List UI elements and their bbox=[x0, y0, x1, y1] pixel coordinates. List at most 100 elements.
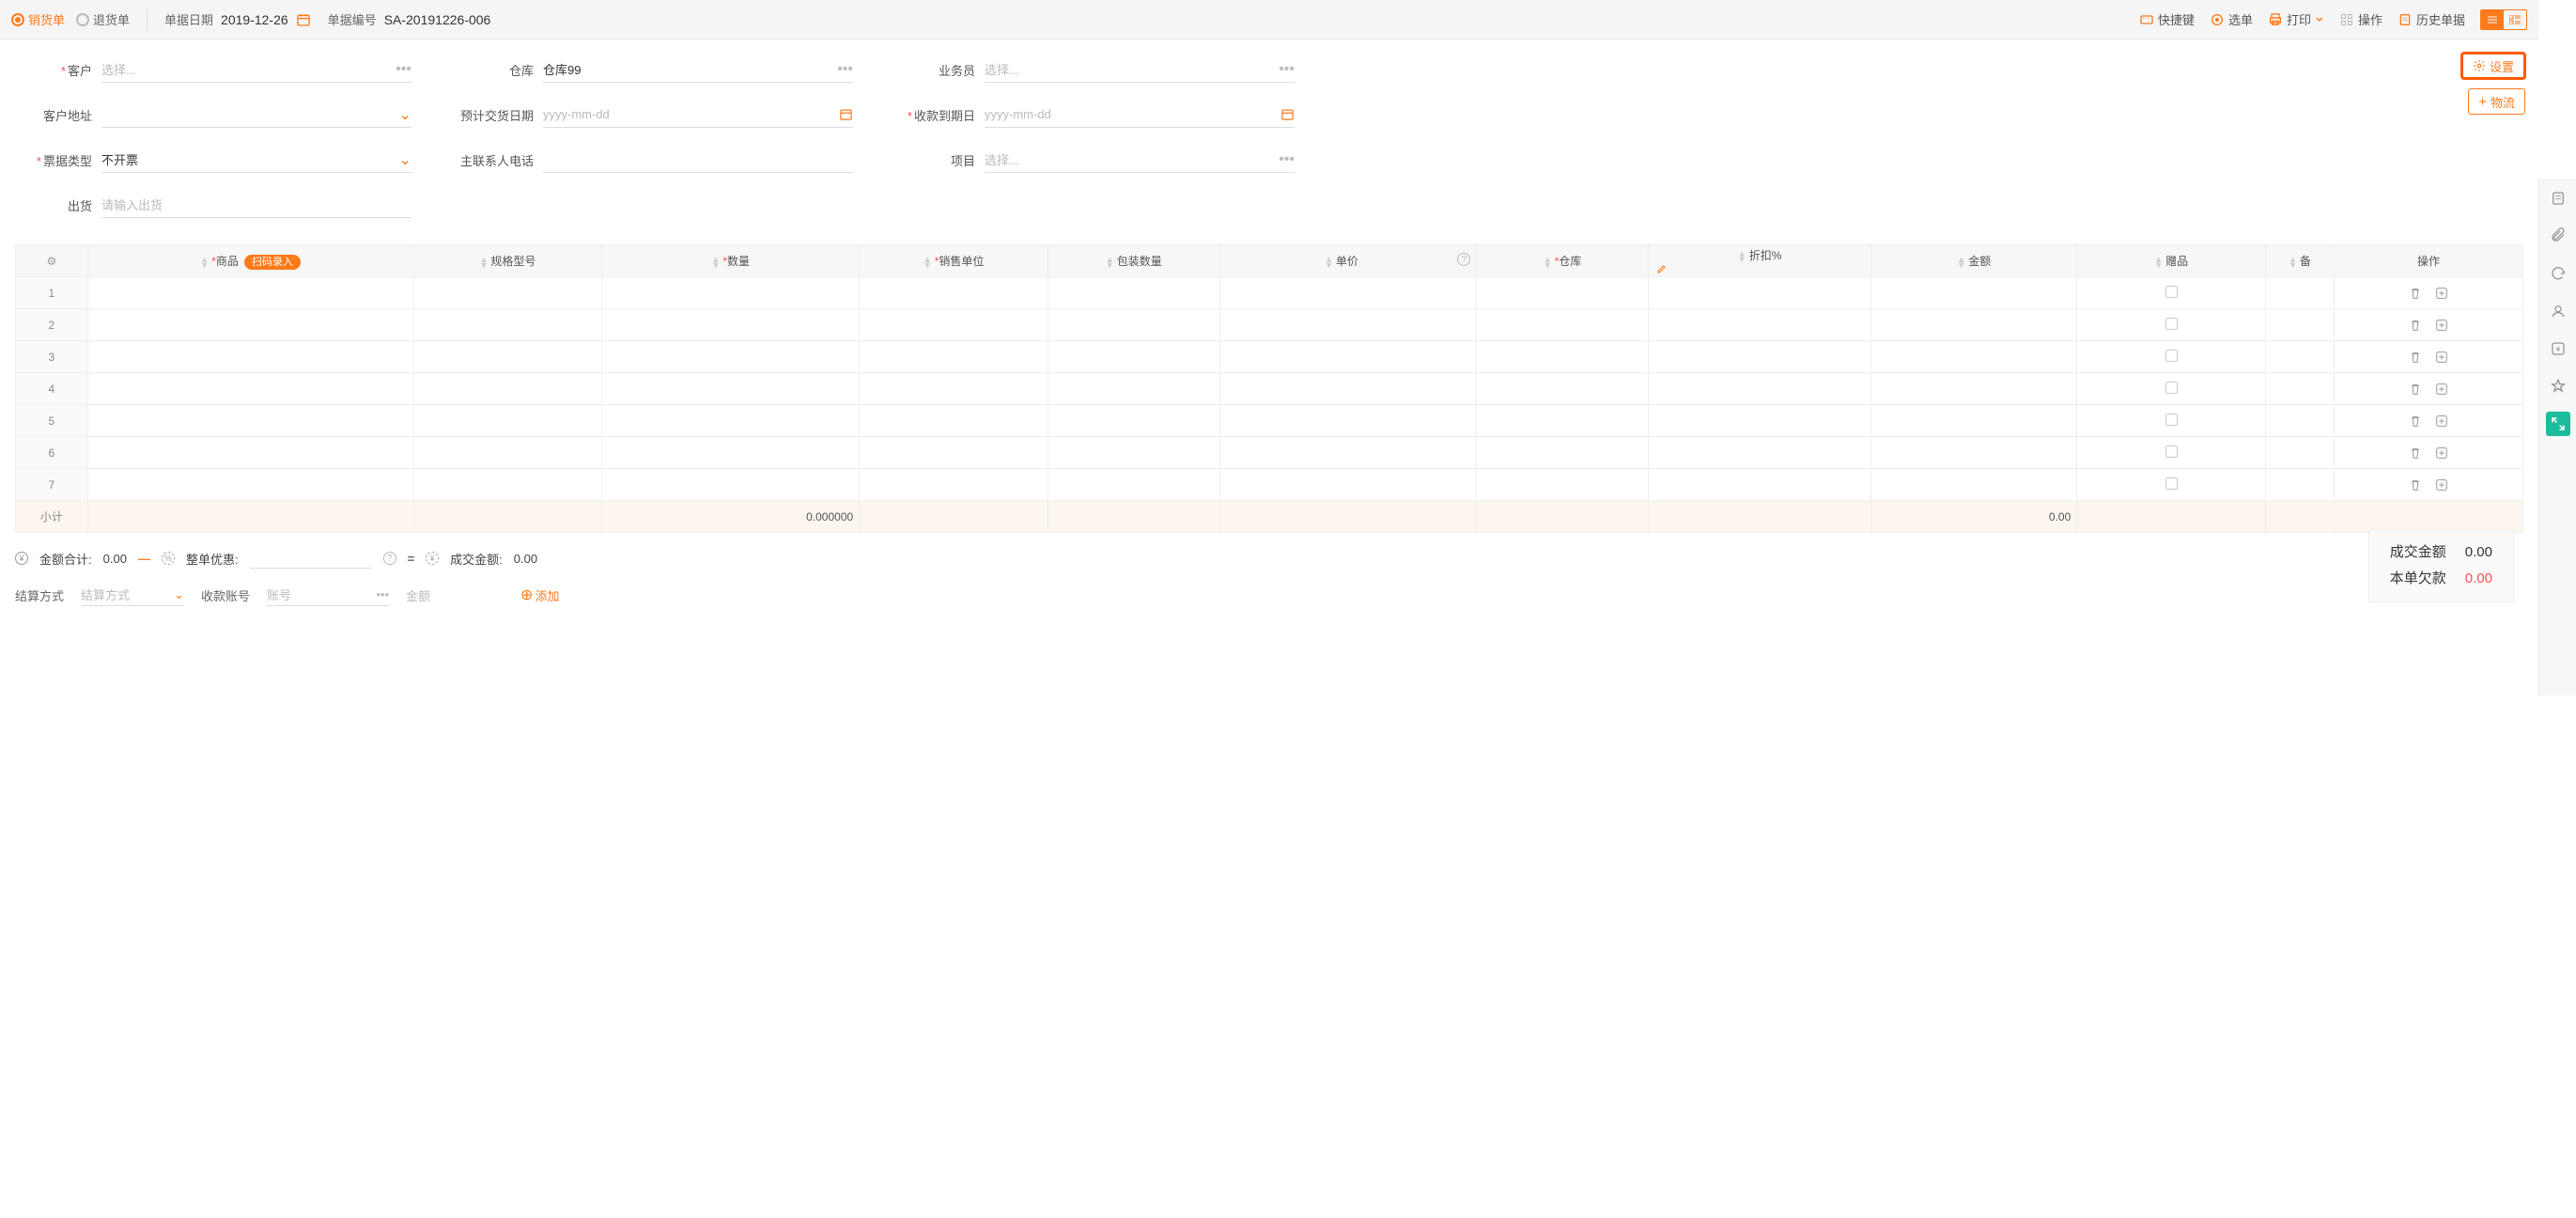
delete-row-icon[interactable] bbox=[2408, 414, 2423, 429]
rail-note-icon[interactable] bbox=[2546, 186, 2570, 211]
rail-attach-icon[interactable] bbox=[2546, 224, 2570, 248]
cell-note[interactable] bbox=[2266, 373, 2335, 405]
cell-spec[interactable] bbox=[413, 341, 602, 373]
cell-price[interactable] bbox=[1219, 309, 1477, 341]
view-list-icon[interactable] bbox=[2481, 10, 2504, 29]
delete-row-icon[interactable] bbox=[2408, 350, 2423, 365]
cell-amount[interactable] bbox=[1871, 341, 2077, 373]
cell-qty[interactable] bbox=[602, 437, 860, 469]
calendar-icon[interactable] bbox=[296, 12, 311, 27]
cell-spec[interactable] bbox=[413, 469, 602, 501]
tab-sales-order[interactable]: 销货单 bbox=[11, 10, 65, 28]
cell-price[interactable] bbox=[1219, 373, 1477, 405]
cell-warehouse[interactable] bbox=[1477, 341, 1649, 373]
cell-product[interactable] bbox=[87, 405, 413, 437]
warehouse-select[interactable]: 仓库99••• bbox=[543, 56, 853, 83]
cell-discount[interactable] bbox=[1648, 277, 1870, 309]
col-warehouse[interactable]: ▲▼*仓库 bbox=[1477, 245, 1649, 277]
col-product[interactable]: ▲▼*商品扫码录入 bbox=[87, 245, 413, 277]
account-select[interactable]: 账号••• bbox=[267, 584, 389, 606]
cell-gift[interactable] bbox=[2077, 373, 2266, 405]
add-row-icon[interactable] bbox=[2434, 414, 2449, 429]
table-row[interactable]: 6 bbox=[16, 437, 2523, 469]
cell-gift[interactable] bbox=[2077, 341, 2266, 373]
rail-refresh-icon[interactable] bbox=[2546, 261, 2570, 286]
planned-date-input[interactable]: yyyy-mm-dd bbox=[543, 102, 853, 128]
cell-warehouse[interactable] bbox=[1477, 373, 1649, 405]
ship-input[interactable]: 请输入出货 bbox=[101, 192, 411, 218]
cell-qty[interactable] bbox=[602, 341, 860, 373]
cell-pack[interactable] bbox=[1047, 373, 1219, 405]
doc-date-value[interactable]: 2019-12-26 bbox=[221, 12, 288, 27]
col-settings[interactable]: ⚙ bbox=[16, 245, 88, 277]
cell-gift[interactable] bbox=[2077, 437, 2266, 469]
invoice-type-select[interactable]: 不开票⌄ bbox=[101, 147, 411, 173]
add-row-icon[interactable] bbox=[2434, 350, 2449, 365]
cell-pack[interactable] bbox=[1047, 437, 1219, 469]
cell-pack[interactable] bbox=[1047, 341, 1219, 373]
col-gift[interactable]: ▲▼赠品 bbox=[2077, 245, 2266, 277]
col-qty[interactable]: ▲▼*数量 bbox=[602, 245, 860, 277]
view-toggle[interactable] bbox=[2480, 9, 2527, 30]
cell-gift[interactable] bbox=[2077, 469, 2266, 501]
customer-select[interactable]: 选择...••• bbox=[101, 56, 411, 83]
delete-row-icon[interactable] bbox=[2408, 445, 2423, 461]
cell-spec[interactable] bbox=[413, 405, 602, 437]
cell-product[interactable] bbox=[87, 469, 413, 501]
add-row-icon[interactable] bbox=[2434, 318, 2449, 333]
cell-price[interactable] bbox=[1219, 405, 1477, 437]
cell-warehouse[interactable] bbox=[1477, 277, 1649, 309]
contact-phone-input[interactable] bbox=[543, 147, 853, 173]
settlement-select[interactable]: 结算方式⌄ bbox=[81, 584, 184, 606]
cell-spec[interactable] bbox=[413, 373, 602, 405]
checkbox[interactable] bbox=[2165, 445, 2178, 458]
logistics-button[interactable]: + 物流 bbox=[2468, 88, 2525, 115]
add-payment-button[interactable]: ⊕添加 bbox=[520, 586, 559, 604]
table-row[interactable]: 7 bbox=[16, 469, 2523, 501]
add-row-icon[interactable] bbox=[2434, 286, 2449, 301]
cell-product[interactable] bbox=[87, 309, 413, 341]
shortcut-button[interactable]: 快捷键 bbox=[2139, 10, 2195, 28]
history-button[interactable]: 历史单据 bbox=[2398, 10, 2465, 28]
cell-price[interactable] bbox=[1219, 341, 1477, 373]
settings-button[interactable]: 设置 bbox=[2461, 53, 2525, 79]
cell-unit[interactable] bbox=[860, 405, 1048, 437]
edit-icon[interactable] bbox=[1656, 263, 1668, 274]
col-price[interactable]: ▲▼单价? bbox=[1219, 245, 1477, 277]
cell-qty[interactable] bbox=[602, 405, 860, 437]
cell-discount[interactable] bbox=[1648, 373, 1870, 405]
cell-pack[interactable] bbox=[1047, 405, 1219, 437]
cell-unit[interactable] bbox=[860, 373, 1048, 405]
print-button[interactable]: 打印 bbox=[2268, 10, 2324, 28]
cell-amount[interactable] bbox=[1871, 469, 2077, 501]
delete-row-icon[interactable] bbox=[2408, 477, 2423, 492]
cell-price[interactable] bbox=[1219, 277, 1477, 309]
help-icon[interactable]: ? bbox=[1457, 253, 1470, 266]
cell-gift[interactable] bbox=[2077, 309, 2266, 341]
rail-star-icon[interactable] bbox=[2546, 374, 2570, 398]
col-spec[interactable]: ▲▼规格型号 bbox=[413, 245, 602, 277]
delete-row-icon[interactable] bbox=[2408, 286, 2423, 301]
cell-product[interactable] bbox=[87, 277, 413, 309]
cell-warehouse[interactable] bbox=[1477, 309, 1649, 341]
cell-warehouse[interactable] bbox=[1477, 469, 1649, 501]
cell-price[interactable] bbox=[1219, 437, 1477, 469]
cell-pack[interactable] bbox=[1047, 309, 1219, 341]
cell-amount[interactable] bbox=[1871, 437, 2077, 469]
cell-note[interactable] bbox=[2266, 309, 2335, 341]
cell-amount[interactable] bbox=[1871, 405, 2077, 437]
cell-discount[interactable] bbox=[1648, 437, 1870, 469]
cell-qty[interactable] bbox=[602, 469, 860, 501]
cell-spec[interactable] bbox=[413, 277, 602, 309]
cell-unit[interactable] bbox=[860, 469, 1048, 501]
pick-order-button[interactable]: 选单 bbox=[2210, 10, 2253, 28]
cell-pack[interactable] bbox=[1047, 469, 1219, 501]
col-discount[interactable]: ▲▼折扣% bbox=[1648, 245, 1870, 277]
table-row[interactable]: 1 bbox=[16, 277, 2523, 309]
scan-badge[interactable]: 扫码录入 bbox=[244, 255, 301, 270]
checkbox[interactable] bbox=[2165, 477, 2178, 490]
action-button[interactable]: 操作 bbox=[2339, 10, 2382, 28]
cell-discount[interactable] bbox=[1648, 405, 1870, 437]
cell-unit[interactable] bbox=[860, 309, 1048, 341]
rail-expand-icon[interactable] bbox=[2546, 412, 2570, 436]
